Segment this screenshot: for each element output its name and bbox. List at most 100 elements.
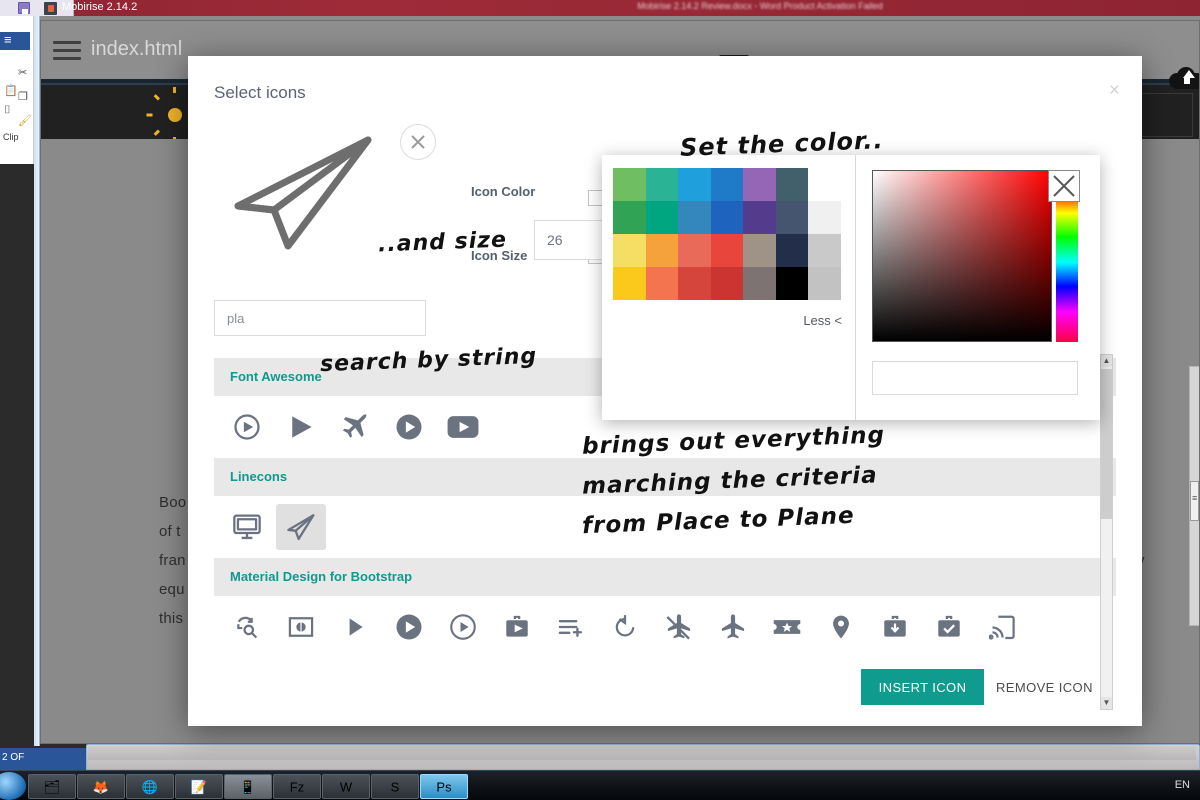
color-swatch[interactable] [613, 201, 646, 234]
popover-close-icon[interactable] [400, 124, 436, 160]
taskbar-browser[interactable]: 🌐 [126, 774, 174, 799]
taskbar-mobirise[interactable]: 📱 [224, 774, 272, 799]
color-swatch[interactable] [613, 267, 646, 300]
color-swatch[interactable] [711, 201, 744, 234]
taskbar-photoshop[interactable]: Ps [420, 774, 468, 799]
icon-size-input[interactable] [534, 220, 606, 260]
picker-close-icon[interactable] [1048, 170, 1080, 202]
play-icon[interactable] [276, 404, 326, 450]
display-monitor-icon[interactable] [222, 504, 272, 550]
format-painter-icon[interactable]: 🖌 [18, 114, 32, 127]
scroll-up-arrow-icon[interactable]: ▲ [1101, 355, 1112, 367]
color-swatch[interactable] [646, 168, 679, 201]
color-swatch[interactable] [808, 267, 841, 300]
replay-icon[interactable] [600, 604, 650, 650]
word-ribbon-tab[interactable] [0, 32, 30, 50]
play-circle-o-icon[interactable] [222, 404, 272, 450]
windows-start-orb-icon[interactable] [0, 772, 26, 800]
taskbar-browser-glyph: 🌐 [142, 780, 158, 793]
color-swatch[interactable] [743, 201, 776, 234]
saturation-value-field[interactable] [872, 170, 1052, 342]
color-swatch-grid[interactable] [613, 168, 841, 300]
hue-slider[interactable] [1056, 192, 1078, 342]
remove-icon-button[interactable]: REMOVE ICON [996, 669, 1126, 705]
color-swatch[interactable] [711, 168, 744, 201]
color-swatch[interactable] [743, 234, 776, 267]
taskbar-skype[interactable]: S [371, 774, 419, 799]
site-text-line: equ [159, 581, 185, 598]
playlist-add-icon[interactable] [546, 604, 596, 650]
word-bottom-frame-inner [88, 746, 1196, 760]
site-logo-sun-icon [159, 99, 191, 131]
color-swatch[interactable] [808, 168, 841, 201]
play-circle-icon[interactable] [384, 404, 434, 450]
taskbar-firefox[interactable]: 🦊 [77, 774, 125, 799]
local-play-ticket-icon[interactable] [762, 604, 812, 650]
close-icon[interactable]: × [1109, 81, 1120, 100]
play-arrow-icon[interactable] [330, 604, 380, 650]
site-text-line: of t [159, 523, 181, 540]
play-circle-outline-icon[interactable] [438, 604, 488, 650]
color-swatch[interactable] [776, 234, 809, 267]
taskbar-word[interactable]: W [322, 774, 370, 799]
taskbar-notepad-glyph: 📝 [191, 780, 207, 793]
paper-plane-icon[interactable] [276, 504, 326, 550]
word-app-title: Mobirise 2.14.2 [62, 1, 137, 13]
work-play-icon[interactable] [492, 604, 542, 650]
autorenew-search-icon[interactable] [222, 604, 272, 650]
insert-icon-button[interactable]: INSERT ICON [861, 669, 984, 705]
color-swatch[interactable] [776, 267, 809, 300]
taskbar-filezilla-glyph: Fz [290, 780, 304, 793]
paste-options-icon[interactable]: ⌷ [4, 104, 11, 117]
work-download-icon[interactable] [870, 604, 920, 650]
color-swatch[interactable] [678, 201, 711, 234]
color-swatch[interactable] [646, 267, 679, 300]
play-circle-filled-icon[interactable] [384, 604, 434, 650]
copy-icon[interactable]: ❐ [18, 90, 28, 103]
word-status-bar: 2 OF [0, 748, 86, 770]
taskbar-filezilla[interactable]: Fz [273, 774, 321, 799]
color-swatch[interactable] [678, 168, 711, 201]
taskbar-notepad[interactable]: 📝 [175, 774, 223, 799]
icon-list-scrollbar[interactable]: ▲ ▼ [1100, 354, 1113, 710]
color-swatch[interactable] [711, 234, 744, 267]
hex-color-input[interactable] [872, 361, 1078, 395]
search-input[interactable] [214, 300, 426, 336]
icon-list-scrollbar-thumb[interactable] [1101, 369, 1112, 519]
icon-group-label: Linecons [230, 469, 287, 484]
cut-icon[interactable]: ✂ [18, 66, 27, 79]
airplanemode-on-icon[interactable] [708, 604, 758, 650]
color-swatch[interactable] [613, 234, 646, 267]
word-titlebar: Mobirise 2.14.2 Mobirise 2.14.2 Review.d… [0, 0, 1200, 16]
clipboard-icon[interactable]: 📋 [4, 84, 18, 97]
color-swatch[interactable] [743, 168, 776, 201]
save-icon[interactable] [18, 2, 30, 14]
word-document-title: Mobirise 2.14.2 Review.docx - Word Produ… [500, 1, 1020, 11]
work-check-icon[interactable] [924, 604, 974, 650]
color-swatch[interactable] [678, 234, 711, 267]
taskbar-photoshop-glyph: Ps [436, 780, 451, 793]
color-picker-less-toggle[interactable]: Less < [803, 313, 842, 328]
brightness-icon[interactable] [276, 604, 326, 650]
color-swatch[interactable] [743, 267, 776, 300]
publish-cloud-upload-icon[interactable] [1169, 65, 1200, 91]
youtube-play-icon[interactable] [438, 404, 488, 450]
taskbar-explorer-glyph: 🗂 [44, 780, 61, 793]
color-swatch[interactable] [808, 234, 841, 267]
color-swatch[interactable] [613, 168, 646, 201]
color-swatch[interactable] [808, 201, 841, 234]
color-swatch[interactable] [711, 267, 744, 300]
airplanemode-off-icon[interactable] [654, 604, 704, 650]
logo-ray [147, 114, 153, 117]
place-pin-icon[interactable] [816, 604, 866, 650]
color-swatch[interactable] [646, 234, 679, 267]
color-swatch[interactable] [776, 168, 809, 201]
taskbar-explorer[interactable]: 🗂 [28, 774, 76, 799]
hamburger-menu-icon[interactable] [53, 41, 81, 61]
color-swatch[interactable] [776, 201, 809, 234]
cast-screen-share-icon[interactable] [978, 604, 1028, 650]
plane-icon[interactable] [330, 404, 380, 450]
color-swatch[interactable] [646, 201, 679, 234]
color-swatch[interactable] [678, 267, 711, 300]
icon-color-label: Icon Color [471, 184, 535, 199]
